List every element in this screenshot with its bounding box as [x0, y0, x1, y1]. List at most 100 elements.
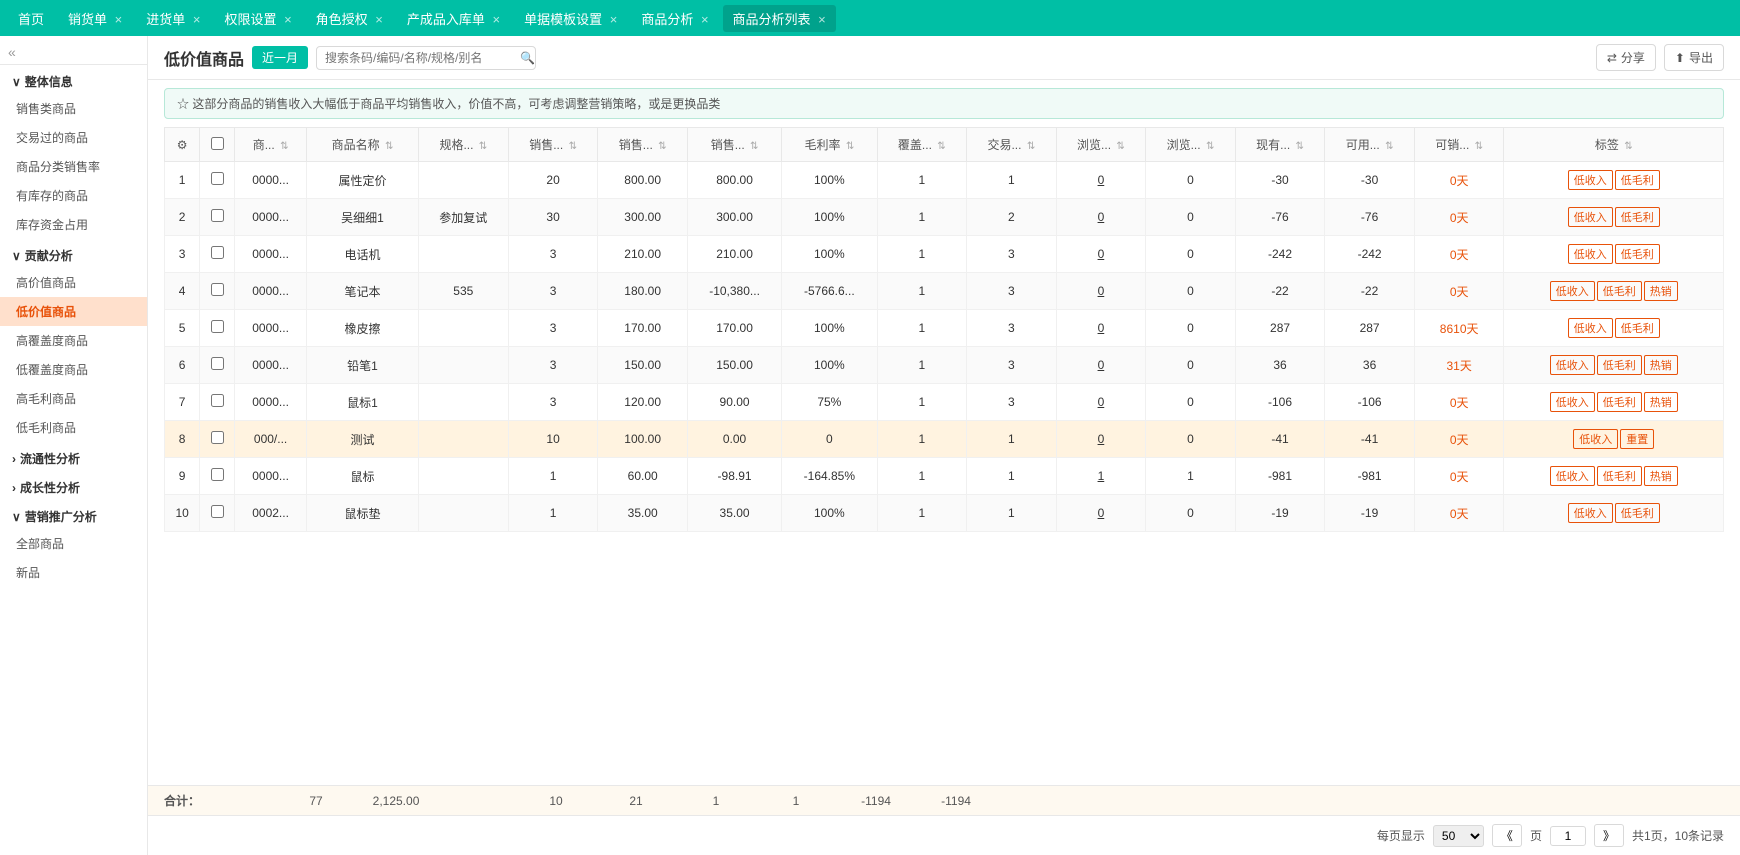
row-checkbox[interactable]: [211, 431, 224, 444]
browse-link[interactable]: 0: [1098, 395, 1105, 409]
last-page-button[interactable]: 》: [1594, 824, 1624, 847]
browse-link[interactable]: 0: [1098, 173, 1105, 187]
row-checkbox[interactable]: [211, 357, 224, 370]
col-browse1[interactable]: 浏览... ⇅: [1056, 128, 1146, 162]
col-sellable-stock[interactable]: 可销... ⇅: [1414, 128, 1504, 162]
sidebar-item-low-coverage[interactable]: 低覆盖度商品: [0, 355, 147, 384]
cell-checkbox[interactable]: [200, 310, 235, 347]
browse-link[interactable]: 0: [1098, 247, 1105, 261]
cell-browse1[interactable]: 0: [1056, 495, 1146, 532]
sidebar-section-contribution[interactable]: ∨ 贡献分析: [0, 239, 147, 268]
nav-sales-order[interactable]: 销货单 ×: [58, 5, 132, 32]
sidebar-item-stocked-products[interactable]: 有库存的商品: [0, 181, 147, 210]
browse-link[interactable]: 0: [1098, 321, 1105, 335]
close-icon[interactable]: ×: [375, 12, 383, 27]
sidebar-section-overall[interactable]: ∨ 整体信息: [0, 65, 147, 94]
cell-checkbox[interactable]: [200, 347, 235, 384]
first-page-button[interactable]: 《: [1492, 824, 1522, 847]
nav-role-auth[interactable]: 角色授权 ×: [306, 5, 393, 32]
sidebar-item-sales-products[interactable]: 销售类商品: [0, 94, 147, 123]
sidebar-item-high-margin[interactable]: 高毛利商品: [0, 384, 147, 413]
search-icon[interactable]: 🔍: [520, 51, 535, 65]
close-icon[interactable]: ×: [284, 12, 292, 27]
sidebar-section-marketing[interactable]: ∨ 营销推广分析: [0, 500, 147, 529]
close-icon[interactable]: ×: [493, 12, 501, 27]
browse-link[interactable]: 0: [1098, 284, 1105, 298]
select-all-checkbox[interactable]: [211, 137, 224, 150]
cell-browse1[interactable]: 0: [1056, 310, 1146, 347]
browse-link[interactable]: 0: [1098, 358, 1105, 372]
sidebar-item-inventory-capital[interactable]: 库存资金占用: [0, 210, 147, 239]
nav-home[interactable]: 首页: [8, 5, 54, 32]
sidebar-item-low-margin[interactable]: 低毛利商品: [0, 413, 147, 442]
row-checkbox[interactable]: [211, 283, 224, 296]
close-icon[interactable]: ×: [818, 12, 826, 27]
sidebar-item-new-products[interactable]: 新品: [0, 558, 147, 587]
row-checkbox[interactable]: [211, 209, 224, 222]
close-icon[interactable]: ×: [610, 12, 618, 27]
col-sales1[interactable]: 销售... ⇅: [508, 128, 598, 162]
cell-browse1[interactable]: 0: [1056, 421, 1146, 458]
page-size-select[interactable]: 50 100 200: [1433, 825, 1484, 847]
cell-checkbox[interactable]: [200, 421, 235, 458]
cell-checkbox[interactable]: [200, 236, 235, 273]
nav-purchase-order[interactable]: 进货单 ×: [136, 5, 210, 32]
sidebar-item-low-value[interactable]: 低价值商品: [0, 297, 147, 326]
nav-template-settings[interactable]: 单据模板设置 ×: [514, 5, 627, 32]
sidebar-collapse-button[interactable]: «: [8, 44, 16, 60]
col-tags[interactable]: 标签 ⇅: [1504, 128, 1724, 162]
sidebar-section-growth[interactable]: › 成长性分析: [0, 471, 147, 500]
col-current-stock[interactable]: 现有... ⇅: [1235, 128, 1325, 162]
cell-checkbox[interactable]: [200, 495, 235, 532]
close-icon[interactable]: ×: [115, 12, 123, 27]
share-button[interactable]: ⇄ 分享: [1596, 44, 1656, 71]
cell-browse1[interactable]: 0: [1056, 199, 1146, 236]
cell-browse1[interactable]: 0: [1056, 273, 1146, 310]
export-button[interactable]: ⬆ 导出: [1664, 44, 1724, 71]
row-checkbox[interactable]: [211, 505, 224, 518]
col-sales3[interactable]: 销售... ⇅: [687, 128, 781, 162]
col-coverage[interactable]: 覆盖... ⇅: [877, 128, 967, 162]
cell-browse1[interactable]: 1: [1056, 458, 1146, 495]
sidebar-item-high-value[interactable]: 高价值商品: [0, 268, 147, 297]
cell-checkbox[interactable]: [200, 384, 235, 421]
col-spec[interactable]: 规格... ⇅: [418, 128, 508, 162]
search-input[interactable]: [316, 46, 536, 70]
nav-permission-settings[interactable]: 权限设置 ×: [214, 5, 301, 32]
sidebar-item-category-sales-rate[interactable]: 商品分类销售率: [0, 152, 147, 181]
browse-link[interactable]: 0: [1098, 432, 1105, 446]
sidebar-item-traded-products[interactable]: 交易过的商品: [0, 123, 147, 152]
row-checkbox[interactable]: [211, 246, 224, 259]
nav-product-analysis-list[interactable]: 商品分析列表 ×: [723, 5, 836, 32]
cell-checkbox[interactable]: [200, 199, 235, 236]
col-settings[interactable]: ⚙: [165, 128, 200, 162]
col-sales2[interactable]: 销售... ⇅: [598, 128, 688, 162]
sidebar-section-circulation[interactable]: › 流通性分析: [0, 442, 147, 471]
row-checkbox[interactable]: [211, 172, 224, 185]
browse-link[interactable]: 0: [1098, 506, 1105, 520]
close-icon[interactable]: ×: [193, 12, 201, 27]
cell-browse1[interactable]: 0: [1056, 236, 1146, 273]
col-browse2[interactable]: 浏览... ⇅: [1146, 128, 1236, 162]
nav-product-analysis[interactable]: 商品分析 ×: [631, 5, 718, 32]
cell-checkbox[interactable]: [200, 458, 235, 495]
cell-browse1[interactable]: 0: [1056, 347, 1146, 384]
sidebar-item-all-products[interactable]: 全部商品: [0, 529, 147, 558]
row-checkbox[interactable]: [211, 394, 224, 407]
sidebar-item-high-coverage[interactable]: 高覆盖度商品: [0, 326, 147, 355]
col-checkbox[interactable]: [200, 128, 235, 162]
cell-browse1[interactable]: 0: [1056, 384, 1146, 421]
col-available-stock[interactable]: 可用... ⇅: [1325, 128, 1415, 162]
cell-browse1[interactable]: 0: [1056, 162, 1146, 199]
col-trade[interactable]: 交易... ⇅: [967, 128, 1057, 162]
col-code[interactable]: 商... ⇅: [235, 128, 307, 162]
nav-product-instock[interactable]: 产成品入库单 ×: [397, 5, 510, 32]
filter-period-button[interactable]: 近一月: [252, 46, 308, 69]
row-checkbox[interactable]: [211, 320, 224, 333]
browse-link[interactable]: 0: [1098, 210, 1105, 224]
close-icon[interactable]: ×: [701, 12, 709, 27]
browse-link[interactable]: 1: [1098, 469, 1105, 483]
cell-checkbox[interactable]: [200, 162, 235, 199]
row-checkbox[interactable]: [211, 468, 224, 481]
col-name[interactable]: 商品名称 ⇅: [307, 128, 419, 162]
